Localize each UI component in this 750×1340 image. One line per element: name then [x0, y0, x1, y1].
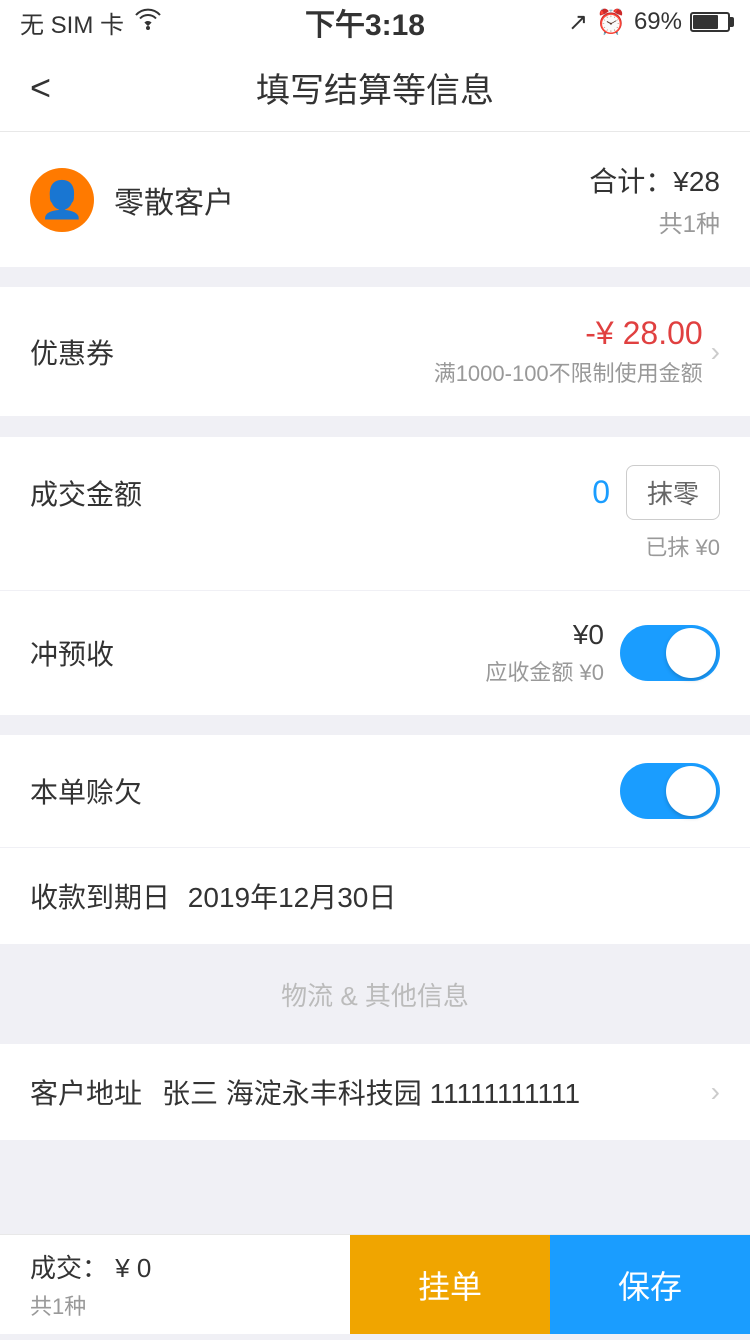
prepay-sub: 应收金额 ¥0 — [485, 655, 604, 687]
save-button[interactable]: 保存 — [550, 1235, 750, 1334]
battery-percent: 69% — [634, 8, 682, 36]
divider-2 — [0, 417, 750, 437]
avatar: 👤 — [30, 168, 94, 232]
transaction-section: 成交金额 0 抹零 已抹 ¥0 — [0, 437, 750, 590]
logistics-label: 物流 & 其他信息 — [281, 976, 469, 1013]
debt-label: 本单赊欠 — [30, 771, 142, 811]
transaction-sub: 已抹 ¥0 — [30, 530, 720, 562]
bottom-count: 共1种 — [30, 1289, 320, 1321]
divider-5 — [0, 1024, 750, 1044]
prepay-row: 冲预收 ¥0 应收金额 ¥0 — [30, 619, 720, 687]
round-button[interactable]: 抹零 — [626, 465, 720, 520]
divider-3 — [0, 715, 750, 735]
transaction-value: 0 — [592, 474, 610, 511]
deal-label: 成交： — [30, 1253, 108, 1283]
back-button[interactable]: < — [30, 67, 51, 109]
transaction-right: 0 抹零 — [592, 465, 720, 520]
transaction-label: 成交金额 — [30, 473, 142, 513]
deal-amount: ¥ 0 — [115, 1253, 151, 1283]
nav-bar: < 填写结算等信息 — [0, 44, 750, 132]
bottom-info: 成交： ¥ 0 共1种 — [0, 1248, 350, 1321]
due-date-value: 2019年12月30日 — [188, 882, 397, 913]
status-left: 无 SIM 卡 — [20, 5, 162, 40]
due-date-label: 收款到期日 — [30, 882, 170, 913]
bottom-deal-amount: 成交： ¥ 0 — [30, 1248, 320, 1285]
debt-toggle-knob — [666, 766, 716, 816]
due-date-section: 收款到期日 2019年12月30日 — [0, 847, 750, 944]
status-time: 下午3:18 — [305, 0, 425, 44]
debt-toggle[interactable] — [620, 763, 720, 819]
toggle-knob — [666, 628, 716, 678]
total-count: 共1种 — [589, 204, 720, 239]
prepay-amount: ¥0 — [485, 619, 604, 651]
status-right: ↗ ⏰ 69% — [568, 8, 730, 37]
address-chevron-icon: › — [711, 1076, 720, 1108]
prepay-right: ¥0 应收金额 ¥0 — [485, 619, 720, 687]
coupon-row[interactable]: 优惠券 -¥ 28.00 满1000-100不限制使用金额 › — [0, 287, 750, 417]
logistics-divider: 物流 & 其他信息 — [0, 964, 750, 1024]
prepay-values: ¥0 应收金额 ¥0 — [485, 619, 604, 687]
page-title: 填写结算等信息 — [256, 63, 494, 112]
customer-total: 合计：¥28 共1种 — [589, 160, 720, 239]
coupon-amount: -¥ 28.00 — [434, 315, 703, 352]
coupon-values: -¥ 28.00 满1000-100不限制使用金额 — [434, 315, 703, 388]
coupon-desc: 满1000-100不限制使用金额 — [434, 356, 703, 388]
address-section[interactable]: 客户地址 张三 海淀永丰科技园 11111111111 › — [0, 1044, 750, 1140]
pending-button[interactable]: 挂单 — [350, 1235, 550, 1334]
transaction-row: 成交金额 0 抹零 — [30, 465, 720, 520]
coupon-label: 优惠券 — [30, 332, 114, 372]
address-value: 张三 海淀永丰科技园 11111111111 — [162, 1072, 711, 1112]
coupon-right: -¥ 28.00 满1000-100不限制使用金额 › — [434, 315, 720, 388]
carrier-label: 无 SIM 卡 — [20, 5, 124, 40]
alarm-icon: ⏰ — [596, 8, 626, 37]
main-content: 👤 零散客户 合计：¥28 共1种 优惠券 -¥ 28.00 满1000-100… — [0, 132, 750, 1340]
prepay-label: 冲预收 — [30, 633, 114, 673]
divider-4 — [0, 944, 750, 964]
prepay-toggle[interactable] — [620, 625, 720, 681]
bottom-bar: 成交： ¥ 0 共1种 挂单 保存 — [0, 1234, 750, 1334]
bottom-buttons: 挂单 保存 — [350, 1235, 750, 1334]
prepay-section: 冲预收 ¥0 应收金额 ¥0 — [0, 590, 750, 715]
location-icon: ↗ — [568, 8, 588, 37]
customer-left: 👤 零散客户 — [30, 168, 234, 232]
customer-section: 👤 零散客户 合计：¥28 共1种 — [0, 132, 750, 267]
battery-icon — [690, 12, 730, 32]
total-amount: 合计：¥28 — [589, 160, 720, 200]
divider-1 — [0, 267, 750, 287]
customer-name: 零散客户 — [114, 178, 234, 222]
chevron-right-icon: › — [711, 336, 720, 368]
wifi-icon — [134, 8, 162, 37]
status-bar: 无 SIM 卡 下午3:18 ↗ ⏰ 69% — [0, 0, 750, 44]
address-label: 客户地址 — [30, 1072, 142, 1112]
debt-section: 本单赊欠 — [0, 735, 750, 847]
